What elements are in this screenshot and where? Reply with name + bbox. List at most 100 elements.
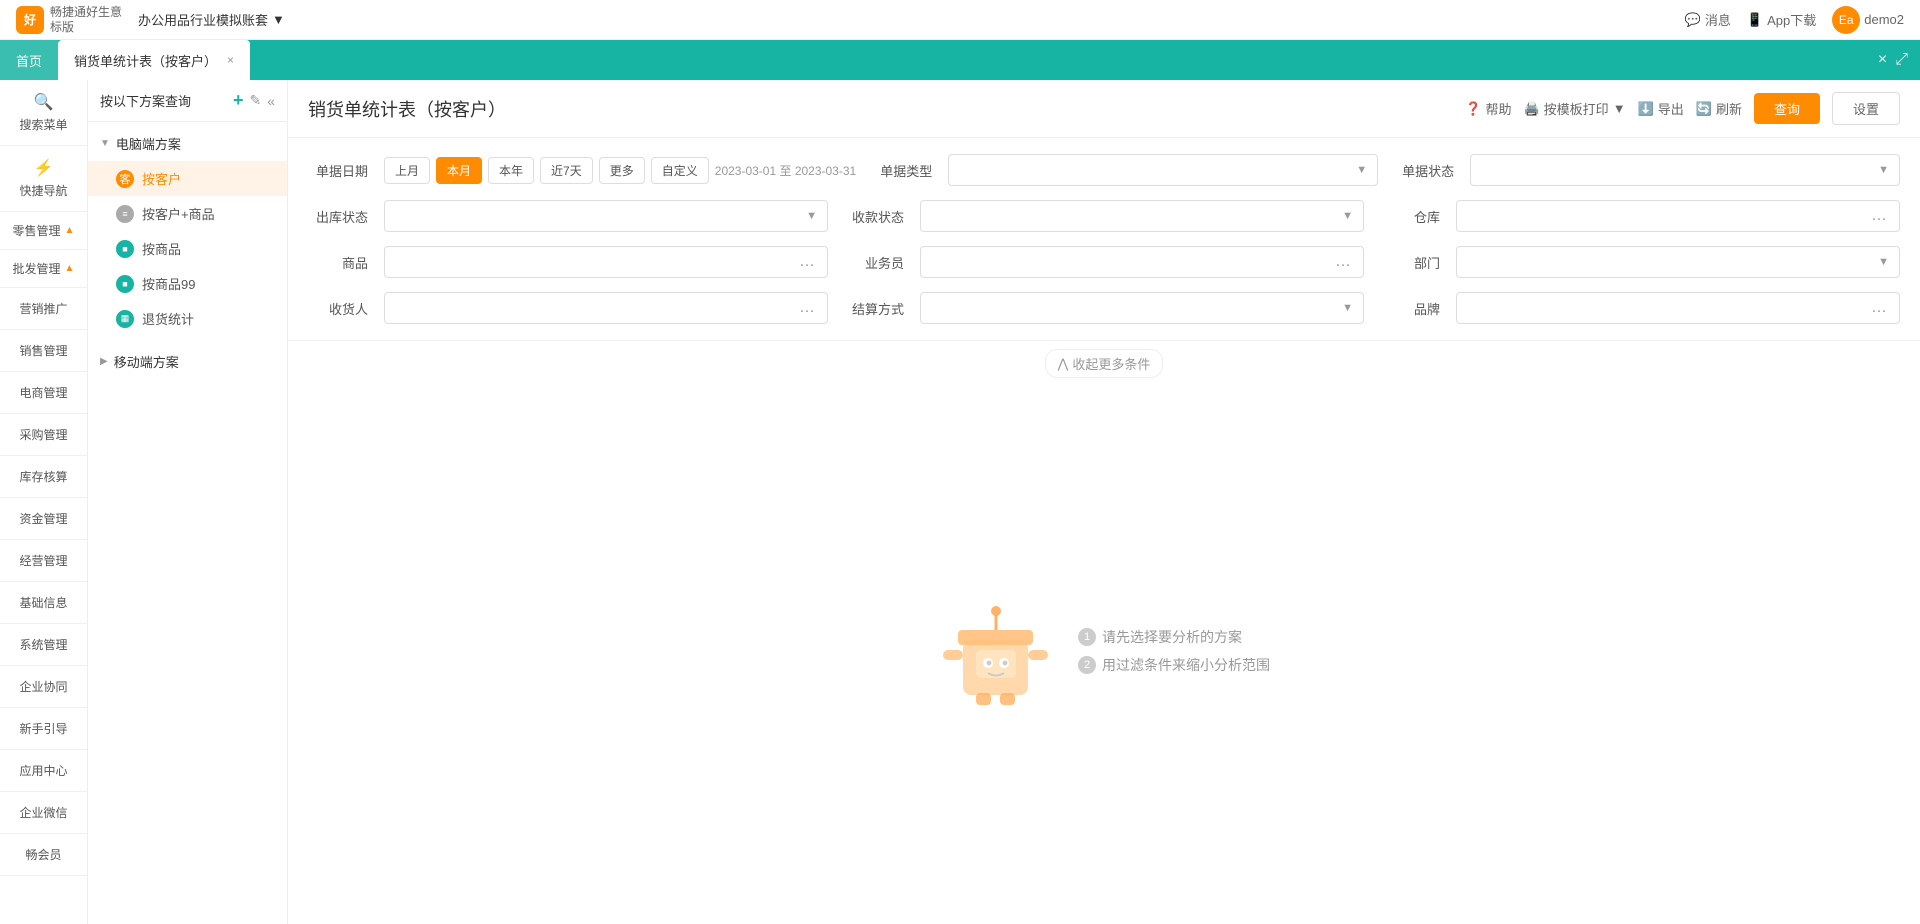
step1-icon: 1 — [1078, 628, 1096, 646]
window-restore-button[interactable]: ⤢ — [1895, 51, 1908, 69]
scheme-item-return-stats[interactable]: ▦ 退货统计 — [88, 301, 287, 336]
sidebar-item-basic[interactable]: 基础信息 — [0, 582, 87, 624]
sidebar-item-wechat[interactable]: 企业微信 — [0, 792, 87, 834]
brand-select[interactable]: … — [1456, 292, 1900, 324]
workspace-label: 办公用品行业模拟账套 — [138, 10, 268, 29]
export-label: 导出 — [1658, 99, 1684, 118]
tab-close-button[interactable]: × — [227, 53, 234, 67]
sidebar-item-appstore[interactable]: 应用中心 — [0, 750, 87, 792]
recipient-dots: … — [799, 299, 817, 317]
date-btn-last-month[interactable]: 上月 — [384, 157, 430, 184]
date-btn-more[interactable]: 更多 — [599, 157, 645, 184]
logo-icon: 好 — [16, 6, 44, 34]
settlement-select[interactable]: ▼ — [920, 292, 1364, 324]
doc-status-select[interactable]: ▼ — [1470, 154, 1900, 186]
doc-status-label: 单据状态 — [1394, 161, 1454, 180]
date-btn-this-year[interactable]: 本年 — [488, 157, 534, 184]
scheme-item-by-goods-99[interactable]: ■ 按商品99 — [88, 266, 287, 301]
filter-area: 单据日期 上月 本月 本年 近7天 更多 自定义 2023-03-01 至 20… — [288, 138, 1920, 340]
ship-status-select[interactable]: ▼ — [384, 200, 828, 232]
sidebar-item-ecommerce[interactable]: 电商管理 — [0, 372, 87, 414]
retail-label: 零售管理 — [13, 222, 61, 239]
sidebar-item-system[interactable]: 系统管理 — [0, 624, 87, 666]
tab-sales-stats-label: 销货单统计表（按客户） — [74, 51, 217, 70]
scheme-item-by-goods[interactable]: ■ 按商品 — [88, 231, 287, 266]
warehouse-dots: … — [1871, 207, 1889, 225]
sidebar-item-search[interactable]: 🔍 搜索菜单 — [0, 80, 87, 146]
empty-state: 1 请先选择要分析的方案 2 用过滤条件来缩小分析范围 — [288, 386, 1920, 924]
sidebar-item-marketing[interactable]: 营销推广 — [0, 288, 87, 330]
date-btn-custom[interactable]: 自定义 — [651, 157, 709, 184]
collapse-up-icon: ⋀ — [1058, 356, 1069, 372]
tab-sales-stats[interactable]: 销货单统计表（按客户） × — [58, 40, 250, 80]
salesperson-dots: … — [1335, 253, 1353, 271]
message-button[interactable]: 💬 消息 — [1685, 10, 1731, 29]
sidebar-item-quicknav[interactable]: ⚡ 快捷导航 — [0, 146, 87, 212]
payment-status-select[interactable]: ▼ — [920, 200, 1364, 232]
window-close-button[interactable]: × — [1878, 51, 1887, 69]
export-button[interactable]: ⬇️ 导出 — [1638, 99, 1684, 118]
brand-dots: … — [1871, 299, 1889, 317]
scheme-item-by-customer-goods[interactable]: ≡ 按客户+商品 — [88, 196, 287, 231]
department-select[interactable]: ▼ — [1456, 246, 1900, 278]
recipient-select[interactable]: … — [384, 292, 828, 324]
empty-text: 1 请先选择要分析的方案 2 用过滤条件来缩小分析范围 — [1078, 627, 1270, 683]
doc-type-select[interactable]: ▼ — [948, 154, 1378, 186]
scheme-item-by-customer[interactable]: 客 按客户 — [88, 161, 287, 196]
finance-label: 资金管理 — [19, 510, 67, 527]
collapse-row: ⋀ 收起更多条件 — [288, 340, 1920, 386]
print-label: 按模板打印 — [1544, 99, 1609, 118]
sidebar-item-wholesale[interactable]: 批发管理 — [0, 250, 87, 288]
warehouse-select[interactable]: … — [1456, 200, 1900, 232]
goods-select[interactable]: … — [384, 246, 828, 278]
date-range-display: 2023-03-01 至 2023-03-31 — [715, 162, 856, 179]
date-btn-7days[interactable]: 近7天 — [540, 157, 593, 184]
scheme-collapse-button[interactable]: « — [267, 93, 275, 109]
message-icon: 💬 — [1685, 12, 1701, 28]
collapse-button[interactable]: ⋀ 收起更多条件 — [1045, 349, 1164, 378]
page-header: 销货单统计表（按客户） ❓ 帮助 🖨️ 按模板打印 ▼ ⬇️ — [288, 80, 1920, 138]
logo-text: 畅捷通好生意 标版 — [50, 5, 122, 34]
scheme-goods-icon: ■ — [116, 240, 134, 258]
refresh-button[interactable]: 🔄 刷新 — [1696, 99, 1742, 118]
sidebar-item-member[interactable]: 畅会员 — [0, 834, 87, 876]
search-icon: 🔍 — [34, 92, 54, 112]
sidebar-item-purchase[interactable]: 采购管理 — [0, 414, 87, 456]
sidebar-search-label: 搜索菜单 — [19, 116, 67, 133]
wechat-label: 企业微信 — [19, 804, 67, 821]
sidebar-item-guide[interactable]: 新手引导 — [0, 708, 87, 750]
tab-home[interactable]: 首页 — [0, 40, 58, 80]
scheme-desktop-group-title[interactable]: ▼ 电脑端方案 — [88, 126, 287, 161]
sidebar-item-retail[interactable]: 零售管理 — [0, 212, 87, 250]
settlement-label: 结算方式 — [844, 299, 904, 318]
help-button[interactable]: ❓ 帮助 — [1465, 99, 1511, 118]
query-button[interactable]: 查询 — [1754, 93, 1820, 124]
print-button[interactable]: 🖨️ 按模板打印 ▼ — [1523, 99, 1625, 118]
operations-label: 经营管理 — [19, 552, 67, 569]
scheme-goods-label: 按商品 — [142, 239, 181, 258]
sidebar-item-sales[interactable]: 销售管理 — [0, 330, 87, 372]
goods-label: 商品 — [308, 253, 368, 272]
sidebar-item-inventory[interactable]: 库存核算 — [0, 456, 87, 498]
scheme-edit-button[interactable]: ✎ — [249, 92, 261, 109]
header-left: 好 畅捷通好生意 标版 办公用品行业模拟账套 ▼ — [16, 5, 293, 34]
date-filter-label: 单据日期 — [308, 161, 368, 180]
settings-button[interactable]: 设置 — [1832, 92, 1900, 125]
date-btn-this-month[interactable]: 本月 — [436, 157, 482, 184]
app-download-button[interactable]: 📱 App下载 — [1747, 10, 1816, 29]
user-profile[interactable]: Ea demo2 — [1832, 6, 1904, 34]
department-dropdown-icon: ▼ — [1878, 256, 1889, 268]
sidebar-item-finance[interactable]: 资金管理 — [0, 498, 87, 540]
scheme-mobile-group-title[interactable]: ▶ 移动端方案 — [88, 344, 287, 379]
avatar: Ea — [1832, 6, 1860, 34]
sidebar-item-operations[interactable]: 经营管理 — [0, 540, 87, 582]
sidebar-item-enterprise[interactable]: 企业协同 — [0, 666, 87, 708]
help-icon: ❓ — [1465, 101, 1481, 117]
department-label: 部门 — [1380, 253, 1440, 272]
ship-status-dropdown-icon: ▼ — [806, 210, 817, 222]
scheme-desktop-group: ▼ 电脑端方案 客 按客户 ≡ 按客户+商品 ■ 按商品 ■ 按商品99 — [88, 122, 287, 340]
workspace-selector[interactable]: 办公用品行业模拟账套 ▼ — [130, 6, 293, 33]
wholesale-label: 批发管理 — [13, 260, 61, 277]
scheme-add-button[interactable]: + — [233, 90, 244, 111]
salesperson-select[interactable]: … — [920, 246, 1364, 278]
